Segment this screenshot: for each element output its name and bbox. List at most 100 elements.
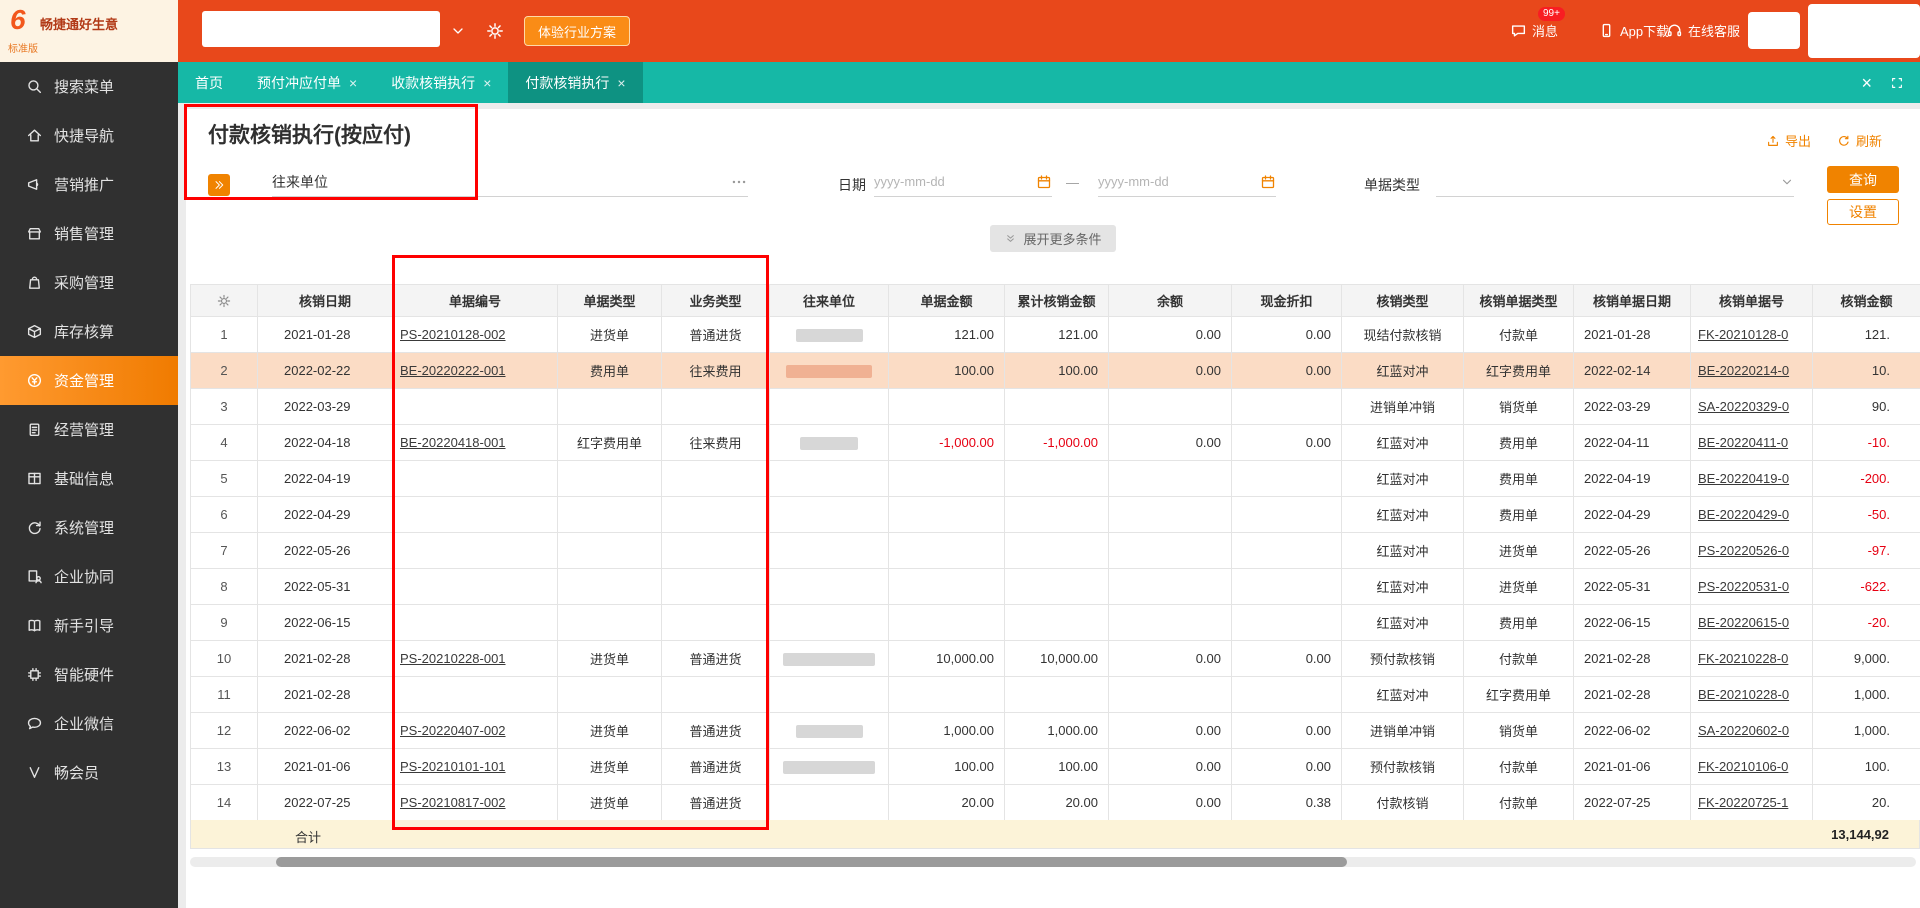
online-service-button[interactable]: 在线客服 — [1666, 21, 1740, 40]
sidebar-item-3[interactable]: 销售管理 — [0, 209, 178, 258]
tab-2[interactable]: 收款核销执行 × — [374, 62, 508, 103]
table-row-2[interactable]: 2 2022-02-22 BE-20220222-001 费用单 往来费用 100.00 1… — [190, 352, 1920, 389]
close-all-icon[interactable]: × — [1861, 74, 1872, 92]
column-header-5[interactable]: 单据金额 — [888, 284, 1005, 317]
calendar-icon[interactable] — [1036, 174, 1052, 190]
sidebar-item-1[interactable]: 快捷导航 — [0, 111, 178, 160]
messages-button[interactable]: 消息 — [1510, 21, 1558, 40]
column-header-2[interactable]: 单据类型 — [557, 284, 662, 317]
sidebar-item-7[interactable]: 经营管理 — [0, 405, 178, 454]
gear-icon[interactable] — [486, 22, 504, 40]
column-header-11[interactable]: 核销单据日期 — [1573, 284, 1691, 317]
column-header-9[interactable]: 核销类型 — [1341, 284, 1464, 317]
app-download-button[interactable]: App下载 — [1598, 21, 1669, 40]
table-row-14[interactable]: 14 2022-07-25 PS-20210817-002 进货单 普通进货 20.00 2… — [190, 784, 1920, 821]
column-header-7[interactable]: 余额 — [1108, 284, 1232, 317]
table-row-9[interactable]: 9 2022-06-15 红蓝对冲 费用单 2022-06-15 BE-20220615-… — [190, 604, 1920, 641]
verify-doc-number-link[interactable]: FK-20210106-0 — [1698, 759, 1788, 774]
tab-close-icon[interactable]: × — [617, 75, 625, 91]
verify-doc-number-link[interactable]: FK-20210228-0 — [1698, 651, 1788, 666]
sidebar-item-6[interactable]: 资金管理 — [0, 356, 178, 405]
verify-doc-number-link[interactable]: FK-20220725-1 — [1698, 795, 1788, 810]
sidebar-item-4[interactable]: 采购管理 — [0, 258, 178, 307]
sidebar-item-10[interactable]: 企业协同 — [0, 552, 178, 601]
tab-close-icon[interactable]: × — [483, 75, 491, 91]
chevron-down-icon[interactable] — [450, 23, 466, 39]
sidebar-item-2[interactable]: 营销推广 — [0, 160, 178, 209]
table-row-6[interactable]: 6 2022-04-29 红蓝对冲 费用单 2022-04-29 BE-20220429-… — [190, 496, 1920, 533]
scrollbar-thumb[interactable] — [276, 857, 1347, 867]
table-row-13[interactable]: 13 2021-01-06 PS-20210101-101 进货单 普通进货 100.00… — [190, 748, 1920, 785]
verify-doc-number-link[interactable]: BE-20220411-0 — [1698, 435, 1788, 450]
column-header-4[interactable]: 往来单位 — [769, 284, 889, 317]
settings-button[interactable]: 设置 — [1827, 199, 1899, 225]
column-header-0[interactable]: 核销日期 — [257, 284, 393, 317]
app-logo[interactable]: 6 畅捷通好生意 标准版 — [0, 0, 178, 62]
calendar-icon[interactable] — [1260, 174, 1276, 190]
table-row-11[interactable]: 11 2021-02-28 红蓝对冲 红字费用单 2021-02-28 BE-202102… — [190, 676, 1920, 713]
date-from-input[interactable] — [874, 174, 1036, 189]
horizontal-scrollbar[interactable] — [190, 857, 1916, 867]
table-row-4[interactable]: 4 2022-04-18 BE-20220418-001 红字费用单 往来费用 -1,00… — [190, 424, 1920, 461]
sidebar-item-8[interactable]: 基础信息 — [0, 454, 178, 503]
verify-doc-number-link[interactable]: BE-20210228-0 — [1698, 687, 1789, 702]
tab-close-icon[interactable]: × — [349, 75, 357, 91]
doc-number-link[interactable]: BE-20220222-001 — [400, 363, 506, 378]
table-row-8[interactable]: 8 2022-05-31 红蓝对冲 进货单 2022-05-31 PS-20220531-… — [190, 568, 1920, 605]
ellipsis-icon[interactable] — [730, 173, 748, 191]
verify-doc-number-link[interactable]: BE-20220429-0 — [1698, 507, 1789, 522]
doc-number-link[interactable]: PS-20220407-002 — [400, 723, 506, 738]
verify-doc-number-link[interactable]: BE-20220615-0 — [1698, 615, 1789, 630]
tab-0[interactable]: 首页 — [178, 62, 240, 103]
company-select-redacted[interactable] — [202, 11, 440, 47]
column-header-10[interactable]: 核销单据类型 — [1463, 284, 1574, 317]
column-header-6[interactable]: 累计核销金额 — [1004, 284, 1109, 317]
verify-doc-number-link[interactable]: PS-20220526-0 — [1698, 543, 1789, 558]
table-row-3[interactable]: 3 2022-03-29 进销单冲销 销货单 2022-03-29 SA-20220329… — [190, 388, 1920, 425]
column-settings-icon[interactable] — [217, 294, 231, 308]
tab-3[interactable]: 付款核销执行 × — [508, 62, 643, 103]
sidebar-item-5[interactable]: 库存核算 — [0, 307, 178, 356]
sidebar-item-12[interactable]: 智能硬件 — [0, 650, 178, 699]
export-button[interactable]: 导出 — [1766, 131, 1811, 150]
doc-number-link[interactable]: PS-20210228-001 — [400, 651, 506, 666]
doc-number-link[interactable]: PS-20210128-002 — [400, 327, 506, 342]
tab-1[interactable]: 预付冲应付单 × — [240, 62, 374, 103]
column-header-1[interactable]: 单据编号 — [392, 284, 558, 317]
table-row-12[interactable]: 12 2022-06-02 PS-20220407-002 进货单 普通进货 1,000.… — [190, 712, 1920, 749]
verify-doc-number-link[interactable]: BE-20220419-0 — [1698, 471, 1789, 486]
column-settings-header[interactable] — [190, 284, 258, 317]
partner-filter-input[interactable] — [328, 174, 730, 189]
column-header-8[interactable]: 现金折扣 — [1231, 284, 1342, 317]
collapse-filter-button[interactable] — [208, 174, 230, 196]
sidebar-item-9[interactable]: 系统管理 — [0, 503, 178, 552]
sidebar-item-14[interactable]: 畅会员 — [0, 748, 178, 797]
verify-doc-number-link[interactable]: FK-20210128-0 — [1698, 327, 1788, 342]
table-row-5[interactable]: 5 2022-04-19 红蓝对冲 费用单 2022-04-19 BE-20220419-… — [190, 460, 1920, 497]
verify-doc-number-link[interactable]: SA-20220329-0 — [1698, 399, 1789, 414]
sidebar-item-0[interactable]: 搜索菜单 — [0, 62, 178, 111]
doc-number-link[interactable]: PS-20210817-002 — [400, 795, 506, 810]
verify-doc-number-link[interactable]: SA-20220602-0 — [1698, 723, 1789, 738]
table-row-10[interactable]: 10 2021-02-28 PS-20210228-001 进货单 普通进货 10,000… — [190, 640, 1920, 677]
search-button[interactable]: 查询 — [1827, 166, 1899, 193]
cell-cum: 100.00 — [1004, 352, 1109, 389]
doc-number-link[interactable]: BE-20220418-001 — [400, 435, 506, 450]
doc-number-link[interactable]: PS-20210101-101 — [400, 759, 506, 774]
date-to-input[interactable] — [1098, 174, 1260, 189]
trial-plan-button[interactable]: 体验行业方案 — [524, 16, 631, 46]
column-header-12[interactable]: 核销单据号 — [1690, 284, 1813, 317]
sidebar-item-13[interactable]: 企业微信 — [0, 699, 178, 748]
verify-doc-number-link[interactable]: BE-20220214-0 — [1698, 363, 1789, 378]
doc-type-select[interactable] — [1436, 174, 1780, 189]
column-header-13[interactable]: 核销金额 — [1812, 284, 1920, 317]
column-header-3[interactable]: 业务类型 — [661, 284, 770, 317]
refresh-button[interactable]: 刷新 — [1837, 131, 1882, 150]
expand-more-button[interactable]: 展开更多条件 — [990, 225, 1116, 252]
table-row-7[interactable]: 7 2022-05-26 红蓝对冲 进货单 2022-05-26 PS-20220526-… — [190, 532, 1920, 569]
message-icon — [1510, 22, 1527, 39]
maximize-icon[interactable] — [1890, 76, 1904, 90]
sidebar-item-11[interactable]: 新手引导 — [0, 601, 178, 650]
table-row-1[interactable]: 1 2021-01-28 PS-20210128-002 进货单 普通进货 121.00 1… — [190, 316, 1920, 353]
verify-doc-number-link[interactable]: PS-20220531-0 — [1698, 579, 1789, 594]
